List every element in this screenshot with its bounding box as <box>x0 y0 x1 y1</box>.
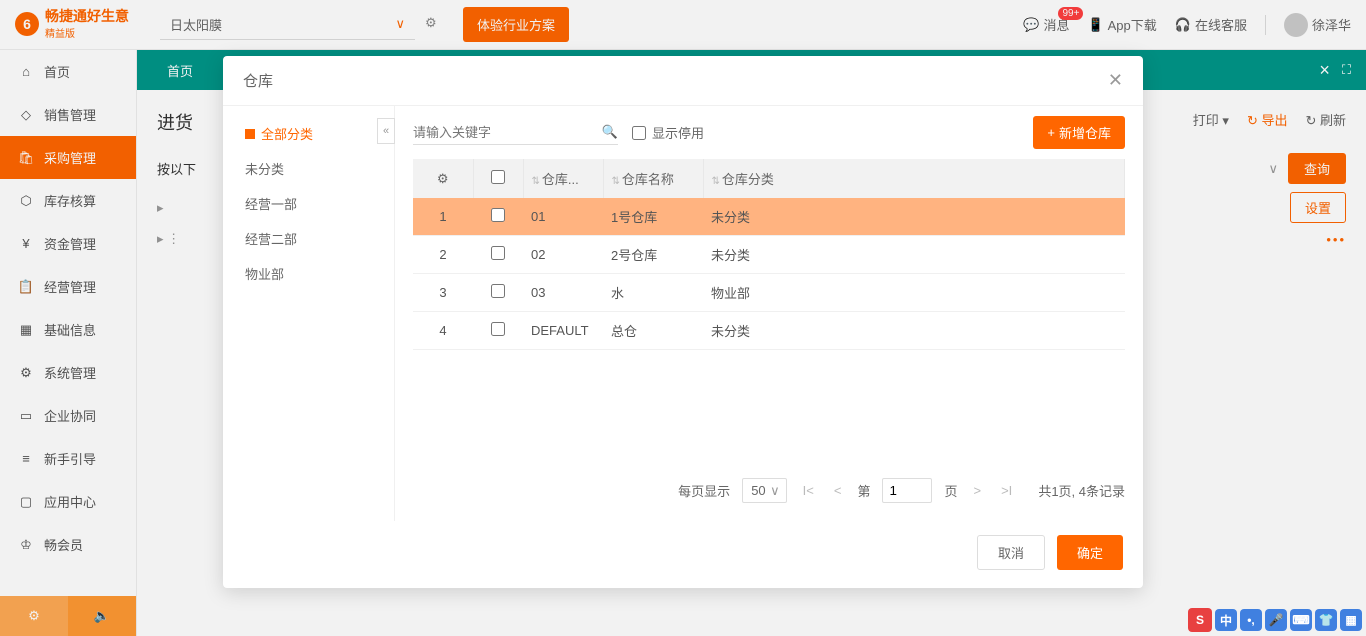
sort-icon: ⇅ <box>612 176 620 187</box>
table-row[interactable]: 3 03 水 物业部 <box>413 274 1125 312</box>
warehouse-table: ⚙ ⇅仓库... ⇅仓库名称 ⇅仓库分类 1 01 1号仓库 <box>413 159 1125 350</box>
pagination: 每页显示 50 ∨ I< < 第 页 > >I 共1页, 4条记录 <box>413 460 1125 521</box>
category-all[interactable]: 全部分类 <box>223 116 394 151</box>
row-checkbox[interactable] <box>491 322 505 336</box>
modal-footer: 取消 确定 <box>223 521 1143 588</box>
prev-page-button[interactable]: < <box>830 483 846 498</box>
modal-header: 仓库 ✕ <box>223 56 1143 105</box>
next-page-button[interactable]: > <box>970 483 986 498</box>
confirm-button[interactable]: 确定 <box>1057 535 1123 570</box>
search-input[interactable] <box>413 125 602 140</box>
sort-icon: ⇅ <box>712 176 720 187</box>
modal-title: 仓库 <box>243 70 273 91</box>
category-item[interactable]: 经营一部 <box>223 186 394 221</box>
page-summary: 共1页, 4条记录 <box>1038 481 1125 500</box>
warehouse-modal: 仓库 ✕ 全部分类 未分类 经营一部 经营二部 物业部 « 🔍 <box>223 56 1143 588</box>
col-name[interactable]: ⇅仓库名称 <box>603 159 703 198</box>
collapse-panel-button[interactable]: « <box>377 118 395 144</box>
show-disabled-checkbox[interactable]: 显示停用 <box>632 123 704 142</box>
first-page-button[interactable]: I< <box>799 483 818 498</box>
ime-bar: S 中 •, 🎤 ⌨ 👕 ▦ <box>1188 608 1362 632</box>
table-row[interactable]: 1 01 1号仓库 未分类 <box>413 198 1125 236</box>
modal-overlay: 仓库 ✕ 全部分类 未分类 经营一部 经营二部 物业部 « 🔍 <box>0 0 1366 636</box>
table-row[interactable]: 2 02 2号仓库 未分类 <box>413 236 1125 274</box>
category-panel: 全部分类 未分类 经营一部 经营二部 物业部 « <box>223 106 395 521</box>
select-all-checkbox[interactable] <box>491 170 505 184</box>
search-box: 🔍 <box>413 120 618 145</box>
close-icon[interactable]: ✕ <box>1108 70 1123 91</box>
ime-lang-button[interactable]: 中 <box>1215 609 1237 631</box>
category-item[interactable]: 经营二部 <box>223 221 394 256</box>
col-category[interactable]: ⇅仓库分类 <box>703 159 1125 198</box>
table-row[interactable]: 4 DEFAULT 总仓 未分类 <box>413 312 1125 350</box>
ime-sogou-icon[interactable]: S <box>1188 608 1212 632</box>
col-code[interactable]: ⇅仓库... <box>523 159 603 198</box>
ime-punct-button[interactable]: •, <box>1240 609 1262 631</box>
category-item[interactable]: 物业部 <box>223 256 394 291</box>
per-page-label: 每页显示 <box>678 481 730 500</box>
add-warehouse-button[interactable]: +新增仓库 <box>1033 116 1125 149</box>
per-page-select[interactable]: 50 ∨ <box>742 478 786 503</box>
checkbox[interactable] <box>632 126 646 140</box>
chevron-down-icon: ∨ <box>770 483 780 499</box>
col-gear[interactable]: ⚙ <box>413 159 473 198</box>
category-item[interactable]: 未分类 <box>223 151 394 186</box>
modal-right: 🔍 显示停用 +新增仓库 ⚙ ⇅仓库... ⇅仓库名称 <box>395 106 1143 521</box>
last-page-button[interactable]: >I <box>997 483 1016 498</box>
ime-skin-button[interactable]: 👕 <box>1315 609 1337 631</box>
row-checkbox[interactable] <box>491 208 505 222</box>
row-checkbox[interactable] <box>491 284 505 298</box>
search-icon[interactable]: 🔍 <box>602 124 618 140</box>
cancel-button[interactable]: 取消 <box>977 535 1045 570</box>
row-checkbox[interactable] <box>491 246 505 260</box>
ime-grid-button[interactable]: ▦ <box>1340 609 1362 631</box>
sort-icon: ⇅ <box>532 176 540 187</box>
search-row: 🔍 显示停用 +新增仓库 <box>413 116 1125 149</box>
col-checkbox <box>473 159 523 198</box>
page-input[interactable] <box>882 478 932 503</box>
ime-keyboard-button[interactable]: ⌨ <box>1290 609 1312 631</box>
gear-icon: ⚙ <box>437 171 449 186</box>
plus-icon: + <box>1047 125 1055 140</box>
ime-mic-button[interactable]: 🎤 <box>1265 609 1287 631</box>
